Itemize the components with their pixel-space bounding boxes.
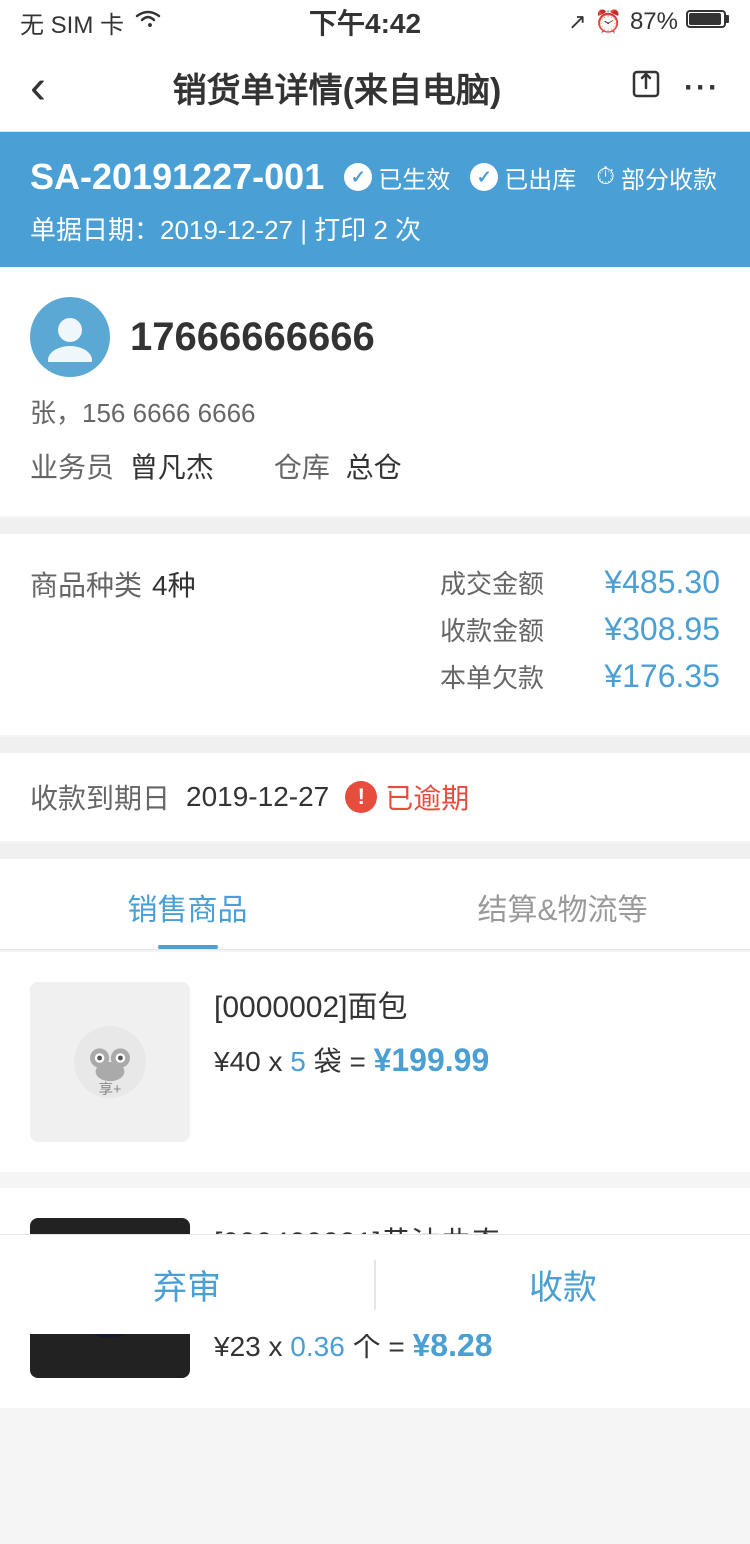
warehouse-value: 总仓 (346, 452, 402, 483)
status-badge-activated: ✓ 已生效 (344, 160, 450, 195)
product-unit-1: 袋 (314, 1046, 342, 1077)
location-icon: ↗ (568, 9, 586, 35)
customer-avatar (30, 297, 110, 377)
battery-icon (686, 8, 730, 37)
received-amount-label: 收款金额 (440, 611, 544, 648)
section-divider-2 (0, 737, 750, 753)
product-types: 商品种类 4种 (30, 564, 196, 604)
owing-amount-value: ¥176.35 (604, 658, 720, 695)
product-total-1: ¥199.99 (374, 1042, 490, 1078)
cancel-review-button[interactable]: 弃审 (0, 1240, 374, 1329)
salesperson-label: 业务员 (30, 452, 114, 483)
product-types-value: 4种 (152, 564, 196, 604)
product-price-1: ¥40 x 5 袋 = ¥199.99 (214, 1040, 720, 1080)
section-divider-3 (0, 843, 750, 859)
clock-icon: ⏱ (596, 163, 615, 191)
nav-bar: ‹ 销货单详情(来自电脑) ··· (0, 44, 750, 132)
product-qty-1: 5 (290, 1046, 306, 1077)
received-amount-value: ¥308.95 (604, 611, 720, 648)
product-name-1: [0000002]面包 (214, 982, 720, 1026)
overdue-icon: ! (345, 781, 377, 813)
status-left: 无 SIM 卡 (20, 5, 162, 40)
overdue-badge: ! 已逾期 (345, 777, 469, 817)
product-image-1: 享+ (30, 982, 190, 1142)
product-x-2: x (269, 1331, 291, 1362)
back-button[interactable]: ‹ (30, 60, 46, 115)
battery-percent: 87% (630, 8, 678, 36)
warehouse-label: 仓库 (274, 452, 330, 483)
status-time: 下午4:42 (309, 2, 421, 42)
status-badge-partial: ⏱ 部分收款 (596, 160, 717, 195)
customer-meta: 业务员 曾凡杰 仓库 总仓 (30, 446, 720, 486)
deal-amount-label: 成交金额 (440, 564, 544, 601)
salesperson-field: 业务员 曾凡杰 (30, 446, 214, 486)
overdue-text: 已逾期 (385, 777, 469, 817)
product-equals-2: = (388, 1331, 412, 1362)
summary-section: 商品种类 4种 成交金额 ¥485.30 收款金额 ¥308.95 本单欠款 ¥… (0, 534, 750, 735)
check-icon-2: ✓ (470, 163, 498, 191)
salesperson-value: 曾凡杰 (130, 452, 214, 483)
due-date-value: 2019-12-27 (186, 781, 329, 813)
collect-payment-button[interactable]: 收款 (376, 1240, 750, 1329)
status-bar: 无 SIM 卡 下午4:42 ↗ ⏰ 87% (0, 0, 750, 44)
wifi-icon (134, 8, 162, 36)
product-base-price-2: ¥23 (214, 1331, 261, 1362)
nav-title: 销货单详情(来自电脑) (173, 63, 502, 112)
customer-section: 17666666666 张，156 6666 6666 业务员 曾凡杰 仓库 总… (0, 267, 750, 516)
section-divider-1 (0, 518, 750, 534)
bottom-spacer (0, 1424, 750, 1544)
tab-products[interactable]: 销售商品 (0, 859, 375, 949)
tab-settlement[interactable]: 结算&物流等 (375, 859, 750, 949)
check-icon-1: ✓ (344, 163, 372, 191)
alarm-icon: ⏰ (595, 9, 622, 35)
product-equals-1: = (349, 1046, 373, 1077)
tabs-section: 销售商品 结算&物流等 (0, 859, 750, 950)
nav-left: ‹ (30, 60, 46, 115)
product-types-label: 商品种类 (30, 564, 142, 604)
status-badge-shipped: ✓ 已出库 (470, 160, 576, 195)
product-qty-2: 0.36 (290, 1331, 345, 1362)
product-unit-2: 个 (353, 1331, 381, 1362)
due-date-section: 收款到期日 2019-12-27 ! 已逾期 (0, 753, 750, 841)
order-date: 单据日期：2019-12-27 | 打印 2 次 (30, 210, 720, 247)
tabs: 销售商品 结算&物流等 (0, 859, 750, 950)
product-item-1: 享+ [0000002]面包 ¥40 x 5 袋 = ¥199.99 (0, 952, 750, 1172)
bottom-bar: 弃审 收款 (0, 1234, 750, 1334)
order-header-banner: SA-20191227-001 ✓ 已生效 ✓ 已出库 ⏱ 部分收款 单据日期：… (0, 132, 750, 267)
amount-summary: 成交金额 ¥485.30 收款金额 ¥308.95 本单欠款 ¥176.35 (440, 564, 720, 705)
customer-phone: 17666666666 (130, 315, 375, 360)
share-icon[interactable] (628, 66, 664, 110)
product-base-price-1: ¥40 (214, 1046, 261, 1077)
nav-right: ··· (628, 66, 720, 110)
product-x-1: x (269, 1046, 291, 1077)
more-icon[interactable]: ··· (684, 71, 720, 105)
owing-amount-label: 本单欠款 (440, 658, 544, 695)
carrier-text: 无 SIM 卡 (20, 5, 124, 40)
product-info-1: [0000002]面包 ¥40 x 5 袋 = ¥199.99 (214, 982, 720, 1080)
warehouse-field: 仓库 总仓 (274, 446, 402, 486)
svg-text:享+: 享+ (99, 1081, 122, 1098)
customer-name-phone: 张，156 6666 6666 (30, 393, 720, 430)
due-date-label: 收款到期日 (30, 777, 170, 817)
deal-amount-value: ¥485.30 (604, 564, 720, 601)
order-id: SA-20191227-001 (30, 156, 324, 198)
status-right: ↗ ⏰ 87% (568, 8, 730, 37)
